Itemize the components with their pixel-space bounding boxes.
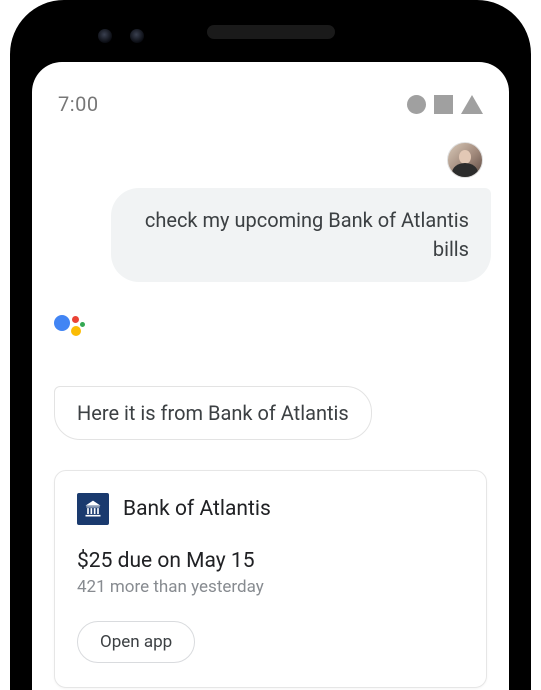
open-app-button[interactable]: Open app: [77, 621, 195, 663]
card-app-name: Bank of Atlantis: [123, 497, 271, 521]
assistant-logo-icon: [54, 310, 88, 344]
screen: 7:00 check my upcoming Bank of Atlantis …: [32, 62, 509, 690]
user-avatar[interactable]: [447, 142, 483, 178]
status-triangle-icon: [461, 95, 483, 114]
user-message-bubble: check my upcoming Bank of Atlantis bills: [111, 188, 491, 282]
front-sensor-icon: [130, 29, 144, 43]
clock-time: 7:00: [58, 92, 99, 116]
status-bar: 7:00: [32, 62, 509, 116]
status-circle-icon: [407, 95, 426, 114]
bank-icon: [77, 493, 109, 525]
speaker-slit: [207, 25, 335, 39]
front-camera-icon: [98, 29, 112, 43]
assistant-reply-bubble: Here it is from Bank of Atlantis: [54, 386, 372, 440]
card-secondary-text: 421 more than yesterday: [77, 577, 464, 597]
system-icons: [407, 95, 483, 114]
bill-card: Bank of Atlantis $25 due on May 15 421 m…: [54, 470, 487, 688]
card-primary-text: $25 due on May 15: [77, 549, 464, 573]
phone-frame: 7:00 check my upcoming Bank of Atlantis …: [10, 0, 531, 690]
status-square-icon: [434, 95, 453, 114]
